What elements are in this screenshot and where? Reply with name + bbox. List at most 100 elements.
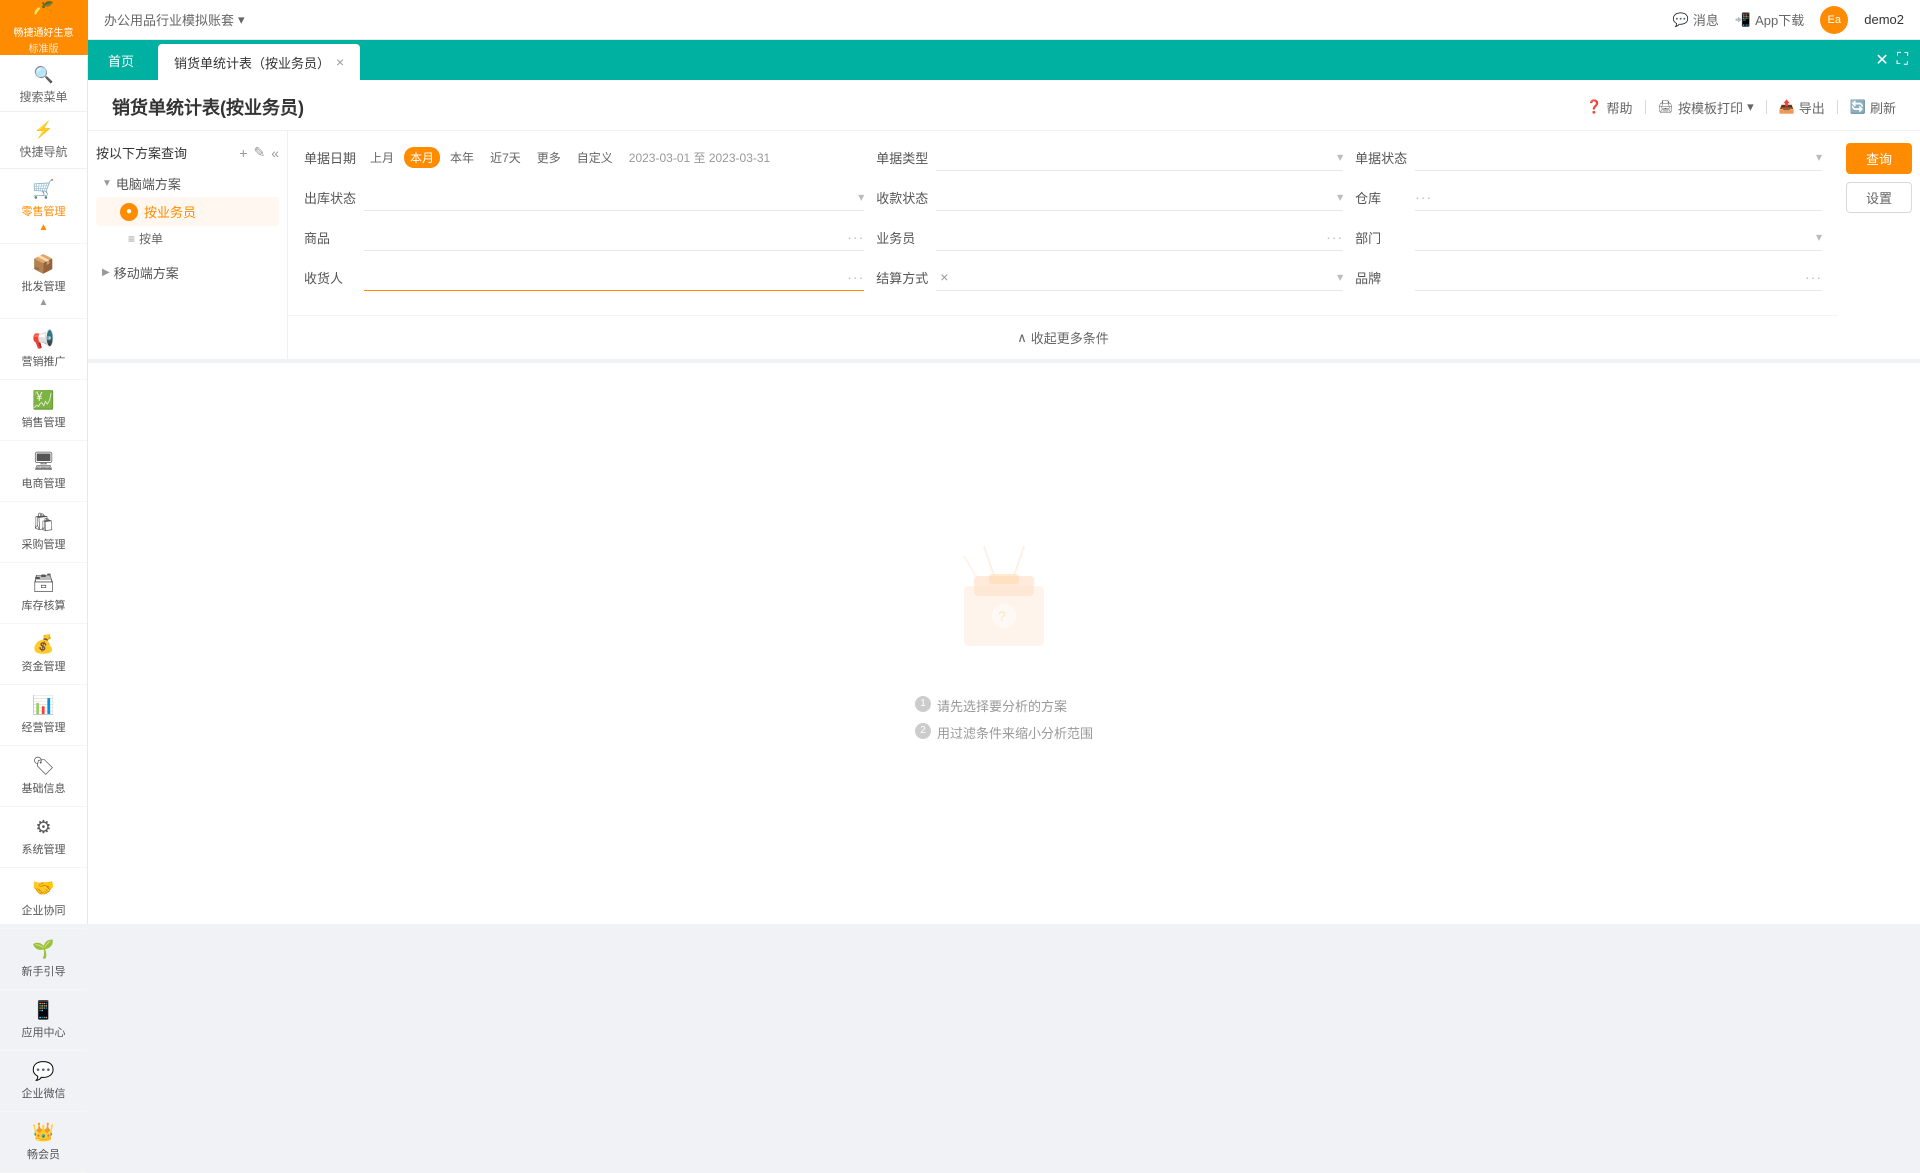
sidebar-item-cooperation[interactable]: 🤝 企业协同 xyxy=(0,868,87,929)
window-close-icon[interactable]: ✕ xyxy=(1875,50,1888,70)
sidebar-item-wechat[interactable]: 💬 企业微信 xyxy=(0,1051,87,1112)
sidebar-item-appcenter[interactable]: 📱 应用中心 xyxy=(0,990,87,1051)
app-download-icon: 📲 xyxy=(1735,12,1751,28)
operation-icon: 📊 xyxy=(32,695,54,716)
product-control[interactable]: ··· xyxy=(364,223,864,251)
date-tab-this-month[interactable]: 本月 xyxy=(404,147,440,168)
scheme-collapse-icon[interactable]: « xyxy=(271,145,279,161)
settlement-clear-btn[interactable]: × xyxy=(936,269,952,285)
refresh-icon: 🔄 xyxy=(1850,99,1866,115)
sidebar-item-purchase[interactable]: 🛍 采购管理 xyxy=(0,502,87,563)
sidebar-item-operation[interactable]: 📊 经营管理 xyxy=(0,685,87,746)
filter-panel: 按以下方案查询 + ✎ « ▼ 电脑端方案 ● 按业务员 xyxy=(88,131,1920,359)
date-tab-more[interactable]: 更多 xyxy=(531,147,567,168)
appcenter-label: 应用中心 xyxy=(22,1024,66,1040)
print-icon: 🖨 xyxy=(1658,99,1675,115)
app-logo[interactable]: 🍊 畅捷通好生意 标准版 xyxy=(0,0,88,55)
warehouse-control[interactable]: ··· xyxy=(1415,183,1822,211)
topbar-right: 💬 消息 📲 App下载 Ea demo2 xyxy=(1673,6,1904,34)
refresh-label: 刷新 xyxy=(1870,98,1896,117)
query-scheme-title: 按以下方案查询 xyxy=(96,143,187,162)
tab-close-icon[interactable]: × xyxy=(336,54,344,70)
page-header: 销货单统计表(按业务员) ❓ 帮助 🖨 按模板打印 ▾ 📤 导出 xyxy=(88,80,1920,131)
stock-status-control[interactable]: ▾ xyxy=(364,183,864,211)
sub-item-icon: ≡ xyxy=(128,232,135,246)
scheme-item-salesperson[interactable]: ● 按业务员 xyxy=(96,197,279,226)
sidebar-item-retail[interactable]: 🛒 零售管理 ▲ xyxy=(0,169,87,244)
system-icon: ⚙ xyxy=(35,817,51,838)
app-download-button[interactable]: 📲 App下载 xyxy=(1735,10,1804,29)
retail-icon: 🛒 xyxy=(32,179,54,200)
breadcrumb-text: 办公用品行业模拟账套 xyxy=(104,10,234,29)
message-button[interactable]: 💬 消息 xyxy=(1673,10,1719,29)
salesperson-dots: ··· xyxy=(1326,229,1343,245)
avatar[interactable]: Ea xyxy=(1820,6,1848,34)
sidebar-search[interactable]: 🔍 搜索菜单 xyxy=(0,55,87,112)
expand-icon: ▲ xyxy=(39,222,49,233)
collapse-label: 收起更多条件 xyxy=(1031,328,1109,347)
scheme-add-icon[interactable]: + xyxy=(239,145,247,161)
username-label[interactable]: demo2 xyxy=(1864,12,1904,27)
wholesale-label: 批发管理 xyxy=(22,278,66,294)
sidebar-item-inventory[interactable]: 🗃 库存核算 xyxy=(0,563,87,624)
doc-status-arrow: ▾ xyxy=(1816,150,1822,164)
search-label: 搜索菜单 xyxy=(19,88,67,105)
tab-home[interactable]: 首页 xyxy=(88,40,154,80)
ecommerce-icon: 🖥 xyxy=(32,451,55,472)
scheme-actions: + ✎ « xyxy=(239,144,279,161)
brand-control[interactable]: ··· xyxy=(1415,263,1822,291)
sidebar-item-basic[interactable]: 🏷 基础信息 xyxy=(0,746,87,807)
sidebar-item-member[interactable]: 👑 畅会员 xyxy=(0,1112,87,1173)
salesperson-control[interactable]: ··· xyxy=(936,223,1343,251)
sidebar-item-finance[interactable]: 💰 资金管理 xyxy=(0,624,87,685)
collapse-button[interactable]: ∧ 收起更多条件 xyxy=(1005,324,1121,351)
payment-status-arrow: ▾ xyxy=(1337,190,1343,204)
settlement-control[interactable]: × ▾ xyxy=(936,263,1343,291)
sidebar-item-ecommerce[interactable]: 🖥 电商管理 xyxy=(0,441,87,502)
department-control[interactable]: ▾ xyxy=(1415,223,1822,251)
warehouse-field: 仓库 ··· xyxy=(1355,183,1822,211)
wechat-icon: 💬 xyxy=(32,1061,54,1082)
scheme-edit-icon[interactable]: ✎ xyxy=(253,144,265,161)
warehouse-dots: ··· xyxy=(1415,189,1432,205)
window-restore-icon[interactable]: ⛶ xyxy=(1897,51,1908,69)
cooperation-label: 企业协同 xyxy=(22,902,66,918)
payment-status-control[interactable]: ▾ xyxy=(936,183,1343,211)
date-tab-custom[interactable]: 自定义 xyxy=(571,147,619,168)
message-label: 消息 xyxy=(1693,10,1719,29)
date-tab-this-year[interactable]: 本年 xyxy=(444,147,480,168)
date-tab-last-month[interactable]: 上月 xyxy=(364,147,400,168)
consignee-control[interactable]: ··· xyxy=(364,263,864,291)
print-button[interactable]: 🖨 按模板打印 ▾ xyxy=(1658,98,1754,117)
sidebar-item-newbie[interactable]: 🌱 新手引导 xyxy=(0,929,87,990)
app-download-label: App下载 xyxy=(1755,10,1804,29)
export-button[interactable]: 📤 导出 xyxy=(1779,98,1825,117)
scheme-mobile-header[interactable]: ▶ 移动端方案 xyxy=(96,259,279,286)
sidebar-item-wholesale[interactable]: 📦 批发管理 ▲ xyxy=(0,244,87,319)
sidebar-item-sales[interactable]: 💹 销售管理 xyxy=(0,380,87,441)
brand-label: 品牌 xyxy=(1355,268,1407,287)
stock-status-label: 出库状态 xyxy=(304,188,356,207)
scheme-desktop-group-header[interactable]: ▼ 电脑端方案 xyxy=(96,170,279,197)
scheme-sub-item-order[interactable]: ≡ 按单 xyxy=(96,226,279,251)
tabbar: 首页 销货单统计表（按业务员） × ✕ ⛶ xyxy=(88,40,1920,80)
marketing-label: 营销推广 xyxy=(22,353,66,369)
sidebar-item-system[interactable]: ⚙ 系统管理 xyxy=(0,807,87,868)
query-button[interactable]: 查询 xyxy=(1846,143,1912,174)
help-button[interactable]: ❓ 帮助 xyxy=(1586,98,1632,117)
doc-status-control[interactable]: ▾ xyxy=(1415,143,1822,171)
empty-tip-1: 1 请先选择要分析的方案 xyxy=(915,696,1093,715)
sidebar-shortcut[interactable]: ⚡ 快捷导航 xyxy=(0,112,87,169)
warehouse-label: 仓库 xyxy=(1355,188,1407,207)
date-tab-7days[interactable]: 近7天 xyxy=(484,147,527,168)
filter-row-4: 收货人 ··· 结算方式 × xyxy=(304,263,1822,291)
refresh-button[interactable]: 🔄 刷新 xyxy=(1850,98,1896,117)
sidebar-item-marketing[interactable]: 📢 营销推广 xyxy=(0,319,87,380)
help-label: 帮助 xyxy=(1607,98,1633,117)
consignee-dots: ··· xyxy=(847,269,864,285)
tab-active[interactable]: 销货单统计表（按业务员） × xyxy=(158,44,360,80)
filter-row-2: 出库状态 ▾ 收款状态 ▾ xyxy=(304,183,1822,211)
doc-type-control[interactable]: ▾ xyxy=(936,143,1343,171)
breadcrumb-dropdown[interactable]: 办公用品行业模拟账套 ▾ xyxy=(104,10,245,29)
settings-button[interactable]: 设置 xyxy=(1846,182,1912,213)
